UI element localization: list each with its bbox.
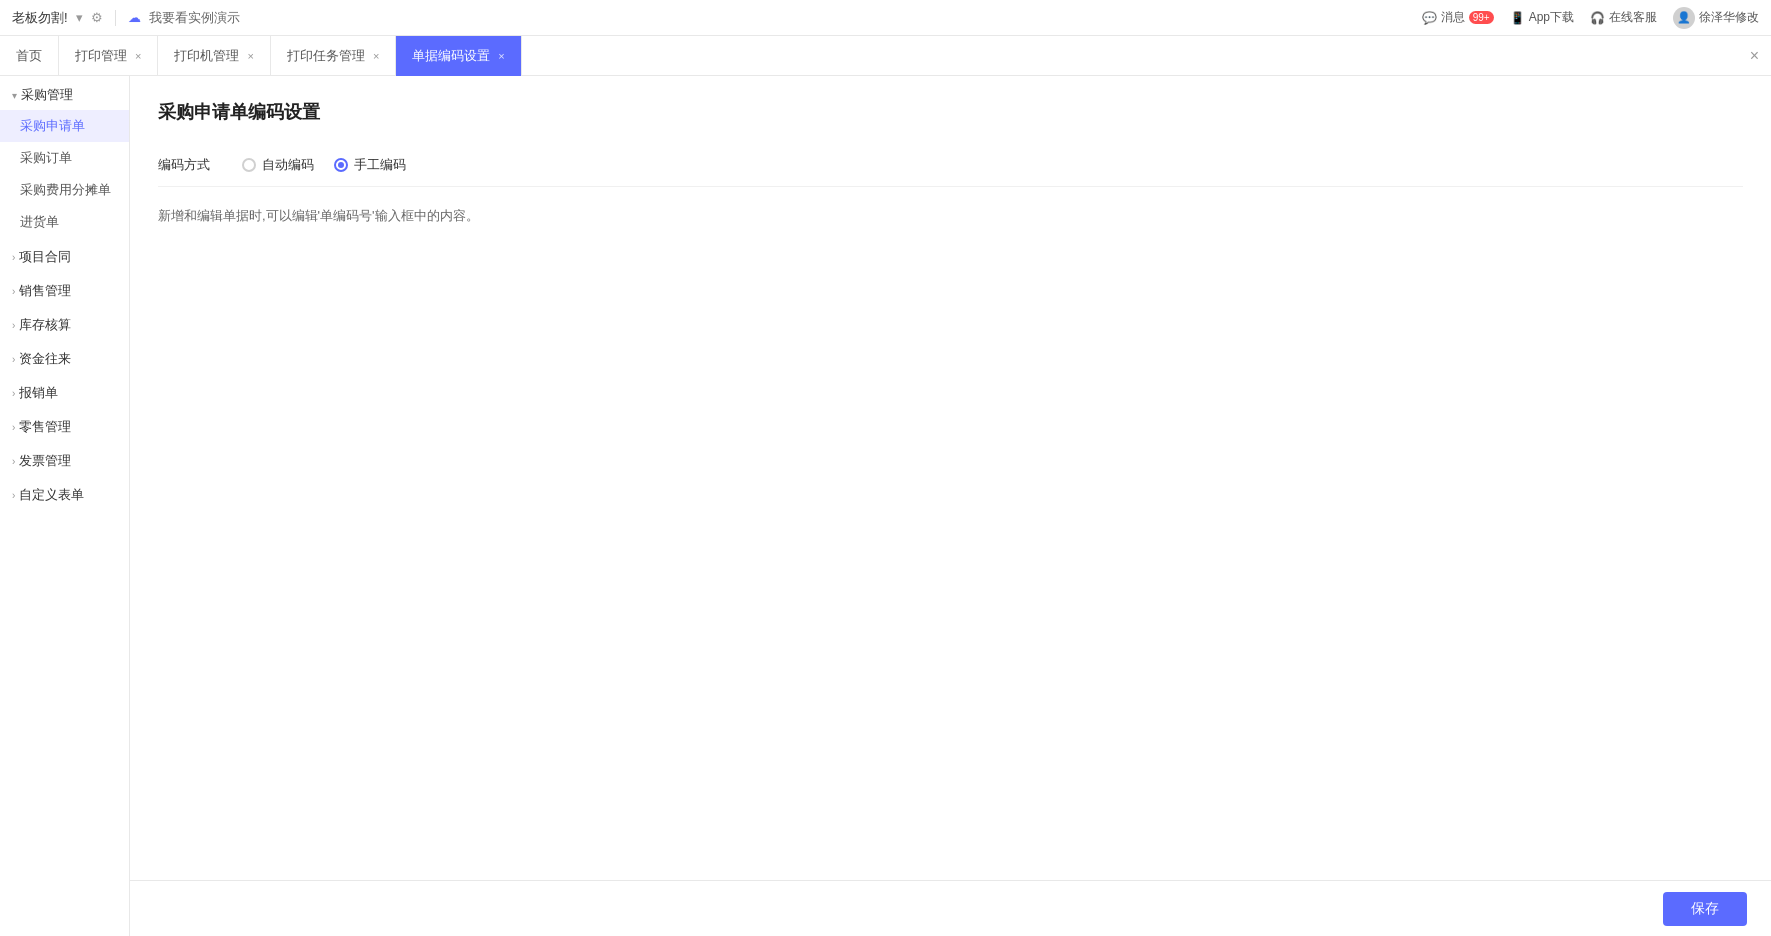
sidebar: ▾ 采购管理 采购申请单 采购订单 采购费用分摊单 进货单 › 项目合同 › 销… — [0, 76, 130, 936]
tab-home-label: 首页 — [16, 47, 42, 65]
sidebar-item-purchase-order-label: 采购订单 — [20, 150, 72, 165]
sidebar-item-purchase-expense[interactable]: 采购费用分摊单 — [0, 174, 129, 206]
radio-auto-circle — [242, 158, 256, 172]
sidebar-item-purchase-request-label: 采购申请单 — [20, 118, 85, 133]
sidebar-item-purchase-expense-label: 采购费用分摊单 — [20, 182, 111, 197]
sidebar-group-retail-arrow: › — [12, 422, 15, 433]
sidebar-group-custom-form[interactable]: › 自定义表单 — [0, 476, 129, 510]
tab-print-task-close[interactable]: × — [373, 50, 379, 62]
avatar: 👤 — [1673, 7, 1695, 29]
tab-bar: 首页 打印管理 × 打印机管理 × 打印任务管理 × 单据编码设置 × × — [0, 36, 1771, 76]
sidebar-group-sales-label: 销售管理 — [19, 282, 71, 300]
sidebar-group-finance-arrow: › — [12, 354, 15, 365]
divider — [115, 10, 116, 26]
sidebar-group-invoice-arrow: › — [12, 456, 15, 467]
user-name: 徐泽华修改 — [1699, 9, 1759, 26]
message-button[interactable]: 💬 消息 99+ — [1422, 9, 1494, 26]
radio-manual-code[interactable]: 手工编码 — [334, 156, 406, 174]
top-bar-left: 老板勿割! ▾ ⚙ ☁ 我要看实例演示 — [12, 9, 240, 27]
app-title: 老板勿割! — [12, 9, 68, 27]
sidebar-group-project-arrow: › — [12, 252, 15, 263]
sidebar-group-finance[interactable]: › 资金往来 — [0, 340, 129, 374]
sidebar-group-expense[interactable]: › 报销单 — [0, 374, 129, 408]
phone-icon: 📱 — [1510, 11, 1525, 25]
sidebar-group-purchase-label: 采购管理 — [21, 86, 73, 104]
message-badge: 99+ — [1469, 11, 1494, 24]
radio-auto-label: 自动编码 — [262, 156, 314, 174]
demo-text[interactable]: 我要看实例演示 — [149, 9, 240, 27]
sidebar-group-inventory[interactable]: › 库存核算 — [0, 306, 129, 340]
sidebar-group-sales-arrow: › — [12, 286, 15, 297]
sidebar-group-inventory-label: 库存核算 — [19, 316, 71, 334]
tab-code-setting-close[interactable]: × — [498, 50, 504, 62]
sidebar-group-purchase[interactable]: ▾ 采购管理 — [0, 76, 129, 110]
bottom-bar: 保存 — [130, 880, 1771, 936]
sidebar-group-project-label: 项目合同 — [19, 248, 71, 266]
tab-print-management[interactable]: 打印管理 × — [59, 36, 158, 76]
radio-manual-circle — [334, 158, 348, 172]
sidebar-group-sales[interactable]: › 销售管理 — [0, 272, 129, 306]
coding-mode-label: 编码方式 — [158, 156, 218, 174]
sidebar-group-finance-label: 资金往来 — [19, 350, 71, 368]
content-main: 采购申请单编码设置 编码方式 自动编码 手工编码 新增和编辑单据时,可以编辑'单… — [130, 76, 1771, 880]
radio-auto-code[interactable]: 自动编码 — [242, 156, 314, 174]
message-icon: 💬 — [1422, 11, 1437, 25]
sidebar-group-inventory-arrow: › — [12, 320, 15, 331]
coding-mode-radio-group: 自动编码 手工编码 — [242, 156, 406, 174]
headset-icon: 🎧 — [1590, 11, 1605, 25]
sidebar-item-purchase-request[interactable]: 采购申请单 — [0, 110, 129, 142]
sidebar-group-retail-label: 零售管理 — [19, 418, 71, 436]
cloud-icon: ☁ — [128, 10, 141, 25]
sidebar-item-goods-receipt[interactable]: 进货单 — [0, 206, 129, 238]
save-button[interactable]: 保存 — [1663, 892, 1747, 926]
sidebar-group-expense-label: 报销单 — [19, 384, 58, 402]
radio-manual-label: 手工编码 — [354, 156, 406, 174]
sidebar-group-custom-form-arrow: › — [12, 490, 15, 501]
tab-print-task-label: 打印任务管理 — [287, 47, 365, 65]
coding-mode-row: 编码方式 自动编码 手工编码 — [158, 144, 1743, 187]
sidebar-group-invoice[interactable]: › 发票管理 — [0, 442, 129, 476]
user-profile[interactable]: 👤 徐泽华修改 — [1673, 7, 1759, 29]
sidebar-group-purchase-arrow: ▾ — [12, 90, 17, 101]
gear-icon[interactable]: ⚙ — [91, 10, 103, 25]
sidebar-group-custom-form-label: 自定义表单 — [19, 486, 84, 504]
sidebar-group-expense-arrow: › — [12, 388, 15, 399]
tab-code-setting-label: 单据编码设置 — [412, 47, 490, 65]
tab-printer-management-label: 打印机管理 — [174, 47, 239, 65]
sidebar-group-project[interactable]: › 项目合同 — [0, 238, 129, 272]
tab-print-task[interactable]: 打印任务管理 × — [271, 36, 396, 76]
online-service-label: 在线客服 — [1609, 9, 1657, 26]
top-bar-right: 💬 消息 99+ 📱 App下载 🎧 在线客服 👤 徐泽华修改 — [1422, 7, 1759, 29]
tab-code-setting[interactable]: 单据编码设置 × — [396, 36, 521, 76]
dropdown-icon[interactable]: ▾ — [76, 10, 83, 25]
tab-home[interactable]: 首页 — [0, 36, 59, 76]
tab-printer-management[interactable]: 打印机管理 × — [158, 36, 270, 76]
sidebar-item-goods-receipt-label: 进货单 — [20, 214, 59, 229]
page-title: 采购申请单编码设置 — [158, 100, 1743, 124]
main-layout: ▾ 采购管理 采购申请单 采购订单 采购费用分摊单 进货单 › 项目合同 › 销… — [0, 76, 1771, 936]
message-label: 消息 — [1441, 9, 1465, 26]
tab-printer-management-close[interactable]: × — [247, 50, 253, 62]
sidebar-group-invoice-label: 发票管理 — [19, 452, 71, 470]
app-download-label: App下载 — [1529, 9, 1574, 26]
tab-print-management-close[interactable]: × — [135, 50, 141, 62]
app-download-button[interactable]: 📱 App下载 — [1510, 9, 1574, 26]
content-area: 采购申请单编码设置 编码方式 自动编码 手工编码 新增和编辑单据时,可以编辑'单… — [130, 76, 1771, 936]
online-service-button[interactable]: 🎧 在线客服 — [1590, 9, 1657, 26]
top-bar: 老板勿割! ▾ ⚙ ☁ 我要看实例演示 💬 消息 99+ 📱 App下载 🎧 在… — [0, 0, 1771, 36]
tab-close-all-icon[interactable]: × — [1750, 47, 1771, 65]
sidebar-item-purchase-order[interactable]: 采购订单 — [0, 142, 129, 174]
hint-text: 新增和编辑单据时,可以编辑'单编码号'输入框中的内容。 — [158, 207, 1743, 225]
sidebar-group-retail[interactable]: › 零售管理 — [0, 408, 129, 442]
tab-print-management-label: 打印管理 — [75, 47, 127, 65]
